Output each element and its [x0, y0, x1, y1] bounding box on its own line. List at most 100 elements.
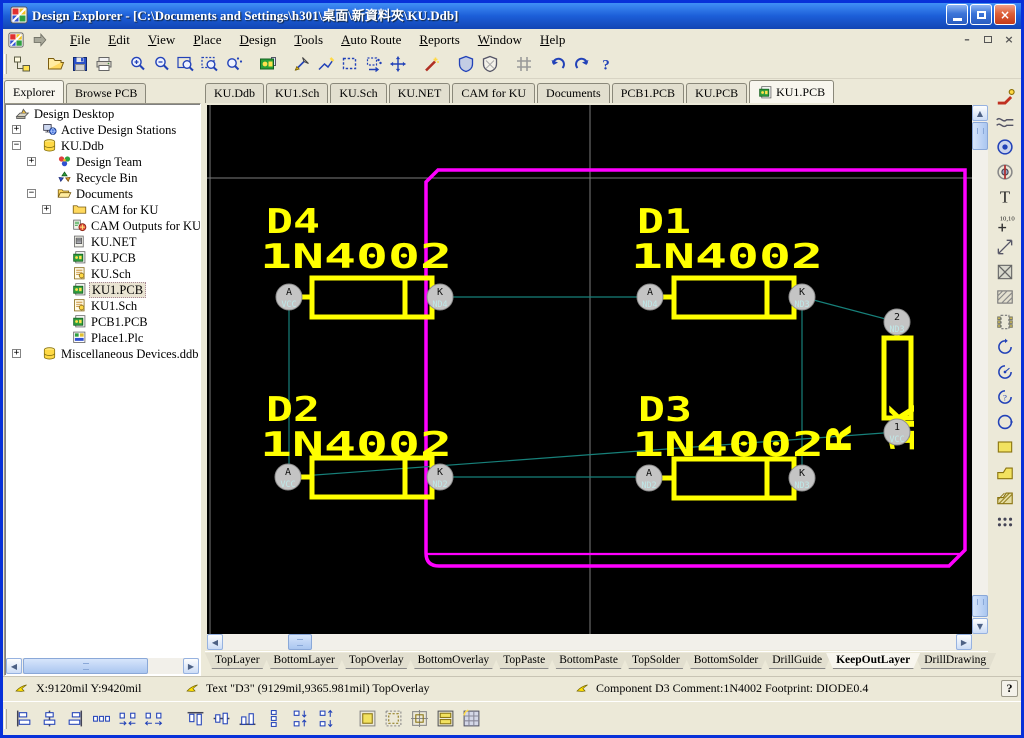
- tree-item-pcb1-pcb[interactable]: PCB1.PCB: [5, 314, 200, 330]
- scrollbar-thumb[interactable]: [23, 658, 148, 674]
- place-component-button[interactable]: [992, 310, 1018, 334]
- tree-toggle-icon[interactable]: +: [12, 349, 21, 358]
- place-arc-edge-button[interactable]: [992, 335, 1018, 359]
- layer-tab-toppaste[interactable]: TopPaste: [493, 653, 555, 669]
- menu-tools[interactable]: Tools: [285, 31, 332, 49]
- layer-tab-topoverlay[interactable]: TopOverlay: [339, 653, 414, 669]
- room-cross-button[interactable]: [406, 707, 432, 731]
- tree-item-recycle-bin[interactable]: Recycle Bin: [5, 170, 200, 186]
- shield-filled-button[interactable]: [454, 53, 478, 75]
- panel-tab-explorer[interactable]: Explorer: [4, 80, 64, 103]
- pad-A-VCC[interactable]: AVCC: [276, 284, 302, 310]
- undo-button[interactable]: [546, 53, 570, 75]
- scroll-left-arrow-icon[interactable]: ◀: [6, 658, 22, 674]
- scroll-down-arrow-icon[interactable]: ▼: [972, 618, 988, 634]
- select-rect-button[interactable]: [338, 53, 362, 75]
- shield-outline-button[interactable]: [478, 53, 502, 75]
- place-pad-array-button[interactable]: [992, 510, 1018, 534]
- menu-arrow-icon[interactable]: [27, 32, 53, 47]
- menu-place[interactable]: Place: [184, 31, 230, 49]
- panel-tab-browse-pcb[interactable]: Browse PCB: [66, 83, 146, 103]
- pcb-editor-canvas[interactable]: D41N4002D11N4002D21N4002D31N4002R1KAVCCK…: [207, 105, 972, 634]
- place-fill-button[interactable]: [992, 435, 1018, 459]
- tree-item-label[interactable]: Miscellaneous Devices.ddb: [59, 346, 200, 362]
- al-ch-button[interactable]: [36, 707, 62, 731]
- tree-toggle-icon[interactable]: −: [12, 141, 21, 150]
- pad-A-ND4[interactable]: AND4: [637, 284, 663, 310]
- place-circle-button[interactable]: [992, 410, 1018, 434]
- pcb-drawing[interactable]: D41N4002D11N4002D21N4002D31N4002R1KAVCCK…: [207, 105, 972, 634]
- pad-A-ND2[interactable]: AND2: [636, 465, 662, 491]
- tree-item-ku1-sch[interactable]: KU1.Sch: [5, 298, 200, 314]
- document-tab-cam-for-ku[interactable]: CAM for KU: [452, 83, 535, 103]
- help-button[interactable]: ?: [594, 53, 618, 75]
- tree-item-miscellaneous-devices-ddb[interactable]: + Miscellaneous Devices.ddb: [5, 346, 200, 362]
- layer-tab-drilldrawing[interactable]: DrillDrawing: [914, 653, 996, 669]
- document-tab-ku.sch[interactable]: KU.Sch: [330, 83, 386, 103]
- place-arc-any-button[interactable]: ?: [992, 385, 1018, 409]
- place-arc-center-button[interactable]: [992, 360, 1018, 384]
- menu-design[interactable]: Design: [230, 31, 285, 49]
- place-plane-button[interactable]: [992, 485, 1018, 509]
- al-bottom-button[interactable]: [234, 707, 260, 731]
- tree-item-design-team[interactable]: + Design Team: [5, 154, 200, 170]
- tree-item-label[interactable]: KU1.Sch: [89, 298, 139, 314]
- knife-button[interactable]: [290, 53, 314, 75]
- layer-tab-toplayer[interactable]: TopLayer: [205, 653, 270, 669]
- pad-K-ND2[interactable]: KND2: [427, 464, 453, 490]
- menu-help[interactable]: Help: [531, 31, 574, 49]
- place-traces-button[interactable]: [992, 110, 1018, 134]
- move-select-button[interactable]: [362, 53, 386, 75]
- room-dash-button[interactable]: [380, 707, 406, 731]
- layer-tab-bottomlayer[interactable]: BottomLayer: [264, 653, 345, 669]
- menu-file[interactable]: File: [61, 31, 99, 49]
- tree-item-label[interactable]: KU1.PCB: [89, 282, 146, 298]
- place-string-button[interactable]: T: [992, 185, 1018, 209]
- al-cv-button[interactable]: [208, 707, 234, 731]
- place-pad-button[interactable]: [992, 135, 1018, 159]
- pad-K-ND4[interactable]: KND4: [427, 284, 453, 310]
- layer-tab-keepoutlayer[interactable]: KeepOutLayer: [826, 653, 920, 669]
- layer-tab-bottomsolder[interactable]: BottomSolder: [684, 653, 769, 669]
- wand-button[interactable]: [420, 53, 444, 75]
- al-top-button[interactable]: [182, 707, 208, 731]
- scroll-up-arrow-icon[interactable]: ▲: [972, 105, 988, 121]
- tree-item-label[interactable]: Design Desktop: [32, 106, 116, 122]
- document-system-icon[interactable]: [8, 32, 24, 48]
- tree-toggle-icon[interactable]: +: [12, 125, 21, 134]
- layer-tab-drillguide[interactable]: DrillGuide: [762, 653, 832, 669]
- tree-item-active-design-stations[interactable]: +Active Design Stations: [5, 122, 200, 138]
- menu-reports[interactable]: Reports: [410, 31, 468, 49]
- scrollbar-thumb[interactable]: [972, 595, 988, 617]
- explorer-tree-button[interactable]: [10, 53, 34, 75]
- pad-A-VCC[interactable]: AVCC: [275, 464, 301, 490]
- place-fill-hatch-button[interactable]: [992, 285, 1018, 309]
- canvas-h-scrollbar[interactable]: ◀ ▶: [207, 634, 972, 650]
- help-button[interactable]: ?: [1001, 680, 1018, 697]
- pad-2-ND3[interactable]: 2ND3: [884, 309, 910, 335]
- tree-toggle-icon[interactable]: +: [27, 157, 36, 166]
- print-button[interactable]: [92, 53, 116, 75]
- place-via-button[interactable]: [992, 160, 1018, 184]
- zoom-point-button[interactable]: [222, 53, 246, 75]
- tree-item-place1-plc[interactable]: Place1.Plc: [5, 330, 200, 346]
- sp-h-inc-button[interactable]: [114, 707, 140, 731]
- redo-button[interactable]: [570, 53, 594, 75]
- child-restore-button[interactable]: [979, 31, 997, 47]
- tree-item-label[interactable]: Design Team: [74, 154, 144, 170]
- place-dimension-button[interactable]: [992, 235, 1018, 259]
- al-left-button[interactable]: [10, 707, 36, 731]
- tree-item-label[interactable]: KU.NET: [89, 234, 138, 250]
- layer-tab-bottomoverlay[interactable]: BottomOverlay: [408, 653, 500, 669]
- crosshair-button[interactable]: [386, 53, 410, 75]
- pad-K-ND3[interactable]: KND3: [789, 465, 815, 491]
- tree-item-label[interactable]: KU.PCB: [89, 250, 138, 266]
- tree-item-label[interactable]: Place1.Plc: [89, 330, 145, 346]
- save-button[interactable]: [68, 53, 92, 75]
- document-tab-ku.net[interactable]: KU.NET: [389, 83, 451, 103]
- browse-board-button[interactable]: [256, 53, 280, 75]
- tree-item-label[interactable]: Recycle Bin: [74, 170, 139, 186]
- close-button[interactable]: ×: [994, 4, 1016, 25]
- sp-v-inc-button[interactable]: [286, 707, 312, 731]
- tree-item-cam-outputs-for-ku[interactable]: CAM Outputs for KU: [5, 218, 200, 234]
